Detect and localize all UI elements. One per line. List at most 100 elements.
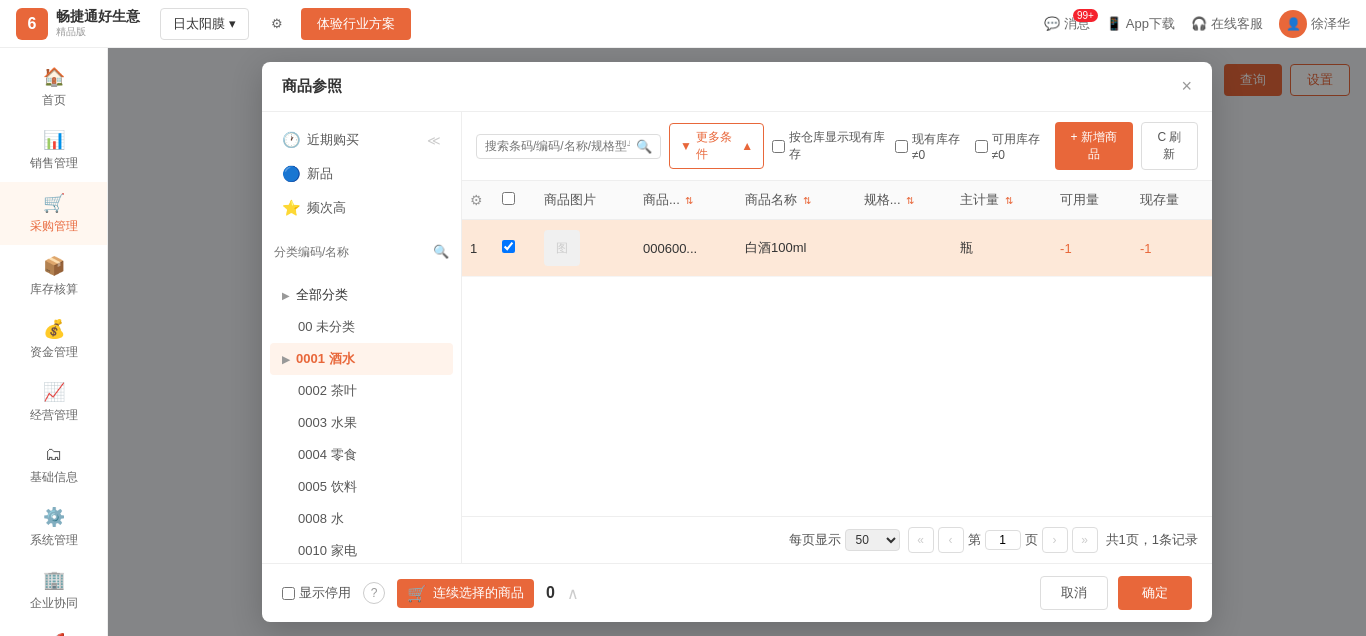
- messages-button[interactable]: 💬 消息 99+: [1044, 15, 1090, 33]
- cat-all-label: 全部分类: [296, 286, 348, 304]
- cart-icon: 🛒: [407, 584, 427, 603]
- checkbox-available-nonzero-label: 可用库存≠0: [992, 131, 1047, 162]
- left-tab-recent[interactable]: 🕐 近期购买 ≪: [270, 124, 453, 156]
- column-settings-icon[interactable]: ⚙: [470, 192, 483, 208]
- sidebar-item-finance[interactable]: 💰 资金管理: [0, 308, 107, 371]
- page-number-input[interactable]: [985, 530, 1021, 550]
- page-navigation: « ‹ 第 页 › »: [908, 527, 1098, 553]
- checkbox-by-warehouse[interactable]: 按仓库显示现有库存: [772, 129, 887, 163]
- col-name[interactable]: 商品名称 ⇅: [737, 181, 856, 220]
- sidebar-item-purchase[interactable]: 🛒 采购管理: [0, 182, 107, 245]
- sort-name-icon: ⇅: [803, 195, 811, 206]
- col-spec[interactable]: 规格... ⇅: [856, 181, 953, 220]
- trial-button[interactable]: 体验行业方案: [301, 8, 411, 40]
- next-page-button[interactable]: ›: [1042, 527, 1068, 553]
- last-page-button[interactable]: »: [1072, 527, 1098, 553]
- page-prefix: 第: [968, 531, 981, 549]
- inventory-icon: 📦: [43, 255, 65, 277]
- system-icon: ⚙️: [43, 506, 65, 528]
- sidebar-label-operations: 经营管理: [30, 407, 78, 424]
- enterprise-icon: 🏢: [43, 569, 65, 591]
- col-unit[interactable]: 主计量 ⇅: [952, 181, 1052, 220]
- message-icon: 💬: [1044, 16, 1060, 31]
- app-download-button[interactable]: 📱 App下载: [1106, 15, 1175, 33]
- cat-arrow-0001: ▶: [282, 354, 290, 365]
- prev-page-button[interactable]: ‹: [938, 527, 964, 553]
- settings-icon[interactable]: ⚙: [261, 8, 293, 40]
- first-page-button[interactable]: «: [908, 527, 934, 553]
- cat-0005[interactable]: 0005 饮料: [270, 471, 453, 503]
- row-stock: -1: [1132, 220, 1212, 277]
- confirm-button[interactable]: 确定: [1118, 576, 1192, 610]
- category-search-input[interactable]: [274, 245, 427, 259]
- col-available: 可用量: [1052, 181, 1132, 220]
- cart-count: 0: [546, 584, 555, 602]
- cancel-button[interactable]: 取消: [1040, 576, 1108, 610]
- filter-more-button[interactable]: ▼ 更多条件 ▲: [669, 123, 764, 169]
- cat-0010[interactable]: 0010 家电: [270, 535, 453, 563]
- per-page-label: 每页显示: [789, 531, 841, 549]
- product-search-icon[interactable]: 🔍: [636, 139, 652, 154]
- cat-all[interactable]: ▶ 全部分类: [270, 279, 453, 311]
- category-search-icon[interactable]: 🔍: [433, 244, 449, 259]
- modal-close-button[interactable]: ×: [1181, 76, 1192, 97]
- table-header-row: ⚙ 商品图片 商品... ⇅: [462, 181, 1212, 220]
- user-profile[interactable]: 👤 徐泽华: [1279, 10, 1350, 38]
- cat-00[interactable]: 00 未分类: [270, 311, 453, 343]
- col-image: 商品图片: [536, 181, 635, 220]
- sidebar-label-purchase: 采购管理: [30, 218, 78, 235]
- sort-code-icon: ⇅: [685, 195, 693, 206]
- row-spec: [856, 220, 953, 277]
- help-button[interactable]: ?: [363, 582, 385, 604]
- sales-icon: 📊: [43, 129, 65, 151]
- collapse-left-icon[interactable]: ≪: [427, 133, 441, 148]
- checkbox-available-nonzero-input[interactable]: [975, 140, 988, 153]
- cat-0002[interactable]: 0002 茶叶: [270, 375, 453, 407]
- product-search-input[interactable]: [485, 139, 630, 153]
- sidebar-item-sales[interactable]: 📊 销售管理: [0, 119, 107, 182]
- checkbox-stock-nonzero-input[interactable]: [895, 140, 908, 153]
- sidebar-item-enterprise[interactable]: 🏢 企业协同: [0, 559, 107, 622]
- customer-service-button[interactable]: 🎧 在线客服: [1191, 15, 1263, 33]
- col-code[interactable]: 商品... ⇅: [635, 181, 737, 220]
- store-selector[interactable]: 日太阳膜 ▾: [160, 8, 249, 40]
- col-name-label: 商品名称: [745, 192, 797, 207]
- refresh-button[interactable]: C 刷新: [1141, 122, 1198, 170]
- checkbox-available-nonzero[interactable]: 可用库存≠0: [975, 131, 1047, 162]
- show-disabled-input[interactable]: [282, 587, 295, 600]
- checkbox-stock-nonzero[interactable]: 现有库存≠0: [895, 131, 967, 162]
- cat-0001[interactable]: ▶ 0001 酒水: [270, 343, 453, 375]
- show-disabled-checkbox[interactable]: 显示停用: [282, 584, 351, 602]
- left-tab-frequent[interactable]: ⭐ 频次高: [270, 192, 453, 224]
- footer-collapse-icon[interactable]: ∧: [567, 584, 579, 603]
- sidebar-item-guide[interactable]: 🚀 新手引导: [0, 622, 107, 636]
- checkbox-by-warehouse-input[interactable]: [772, 140, 785, 153]
- select-all-checkbox[interactable]: [502, 192, 515, 205]
- modal-footer: 显示停用 ? 🛒 连续选择的商品 0 ∧ 取消 确定: [262, 563, 1212, 622]
- recent-icon: 🕐: [282, 131, 301, 149]
- per-page-dropdown[interactable]: 50 10 20 100: [845, 529, 900, 551]
- cat-0004[interactable]: 0004 零食: [270, 439, 453, 471]
- sidebar-item-inventory[interactable]: 📦 库存核算: [0, 245, 107, 308]
- total-records-text: 共1页，1条记录: [1106, 531, 1198, 549]
- new-icon: 🔵: [282, 165, 301, 183]
- user-name: 徐泽华: [1311, 15, 1350, 33]
- col-code-label: 商品...: [643, 192, 680, 207]
- cat-0003[interactable]: 0003 水果: [270, 407, 453, 439]
- guide-icon: 🚀: [43, 632, 65, 636]
- footer-right: 取消 确定: [1040, 576, 1192, 610]
- sidebar-item-basic[interactable]: 🗂 基础信息: [0, 434, 107, 496]
- left-tab-new[interactable]: 🔵 新品: [270, 158, 453, 190]
- sidebar-label-sales: 销售管理: [30, 155, 78, 172]
- cart-label: 连续选择的商品: [433, 584, 524, 602]
- table-row[interactable]: 1 图 000600... 白酒100ml: [462, 220, 1212, 277]
- add-product-button[interactable]: + 新增商品: [1055, 122, 1133, 170]
- product-table: ⚙ 商品图片 商品... ⇅: [462, 181, 1212, 277]
- left-tabs: 🕐 近期购买 ≪ 🔵 新品 ⭐ 频次高: [262, 124, 461, 224]
- row-index: 1: [462, 220, 494, 277]
- cat-0008[interactable]: 0008 水: [270, 503, 453, 535]
- sidebar-item-home[interactable]: 🏠 首页: [0, 56, 107, 119]
- sidebar-item-system[interactable]: ⚙️ 系统管理: [0, 496, 107, 559]
- row-checkbox[interactable]: [502, 240, 515, 253]
- sidebar-item-operations[interactable]: 📈 经营管理: [0, 371, 107, 434]
